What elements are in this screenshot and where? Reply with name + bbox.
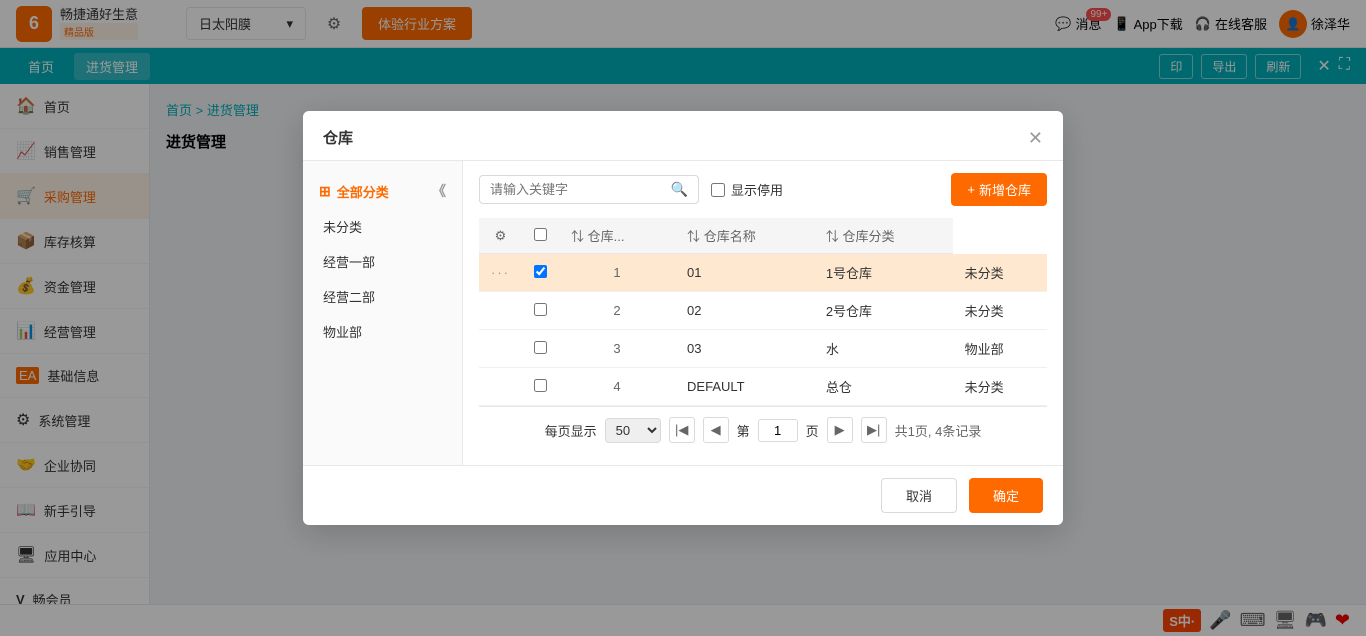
- search-icon: 🔍: [671, 181, 688, 198]
- plus-icon: +: [967, 182, 975, 197]
- modal-title: 仓库: [323, 127, 353, 148]
- row-num: 1: [559, 254, 675, 292]
- row-category: 物业部: [953, 330, 1047, 368]
- more-icon[interactable]: ···: [491, 265, 510, 280]
- modal-close-button[interactable]: ✕: [1028, 129, 1043, 147]
- table-row[interactable]: 3 03 水 物业部: [479, 330, 1047, 368]
- warehouse-table: ⚙ ⇅ 仓库... ⇅ 仓库名称: [479, 218, 1047, 406]
- next-page-button[interactable]: ▶: [827, 417, 853, 443]
- modal-action-footer: 取消 确定: [303, 465, 1063, 525]
- sort-icon-name: ⇅: [687, 229, 700, 244]
- col-code: ⇅ 仓库...: [559, 218, 675, 254]
- row-checkbox[interactable]: [534, 303, 547, 316]
- warehouse-modal: 仓库 ✕ ⊞ 全部分类 《 未分类 经营一部 经营二部 物业部: [303, 111, 1063, 525]
- row-checkbox-cell: [522, 368, 559, 406]
- modal-body: ⊞ 全部分类 《 未分类 经营一部 经营二部 物业部 🔍: [303, 161, 1063, 465]
- category-item-uncategorized[interactable]: 未分类: [303, 209, 462, 244]
- last-page-button[interactable]: ▶|: [861, 417, 887, 443]
- sort-icon-cat: ⇅: [826, 229, 839, 244]
- cancel-button[interactable]: 取消: [881, 478, 957, 513]
- row-name: 2号仓库: [814, 292, 953, 330]
- select-all-checkbox[interactable]: [534, 228, 547, 241]
- col-category: ⇅ 仓库分类: [814, 218, 953, 254]
- category-item-ops2[interactable]: 经营二部: [303, 279, 462, 314]
- row-category: 未分类: [953, 292, 1047, 330]
- modal-toolbar: 🔍 显示停用 + 新增仓库: [479, 173, 1047, 206]
- modal-category-sidebar: ⊞ 全部分类 《 未分类 经营一部 经营二部 物业部: [303, 161, 463, 465]
- row-code: DEFAULT: [675, 368, 814, 406]
- row-num: 3: [559, 330, 675, 368]
- row-checkbox[interactable]: [534, 265, 547, 278]
- row-name: 1号仓库: [814, 254, 953, 292]
- all-category-label: 全部分类: [337, 182, 389, 201]
- col-checkbox: [522, 218, 559, 254]
- table-row[interactable]: ··· 1 01 1号仓库 未分类: [479, 254, 1047, 292]
- page-label: 第: [737, 421, 750, 440]
- all-category-header[interactable]: ⊞ 全部分类 《: [303, 173, 462, 209]
- page-suffix: 页: [806, 421, 819, 440]
- row-checkbox-cell: [522, 330, 559, 368]
- pagination-bar: 每页显示 50 100 |◀ ◀ 第 页 ▶ ▶| 共1页, 4条记录: [479, 406, 1047, 453]
- row-checkbox[interactable]: [534, 379, 547, 392]
- sort-icon: ⇅: [571, 229, 584, 244]
- category-item-property[interactable]: 物业部: [303, 314, 462, 349]
- row-gear-cell: ···: [479, 254, 522, 292]
- row-category: 未分类: [953, 254, 1047, 292]
- add-warehouse-button[interactable]: + 新增仓库: [951, 173, 1047, 206]
- row-num: 2: [559, 292, 675, 330]
- row-name: 总仓: [814, 368, 953, 406]
- modal-header: 仓库 ✕: [303, 111, 1063, 161]
- row-checkbox-cell: [522, 254, 559, 292]
- confirm-button[interactable]: 确定: [969, 478, 1043, 513]
- sidebar-collapse-icon[interactable]: 《: [432, 181, 446, 201]
- row-gear-cell: [479, 330, 522, 368]
- search-input-wrap[interactable]: 🔍: [479, 175, 699, 204]
- row-code: 03: [675, 330, 814, 368]
- per-page-select[interactable]: 50 100: [605, 418, 661, 443]
- show-disabled-wrap: 显示停用: [711, 180, 783, 199]
- col-name: ⇅ 仓库名称: [675, 218, 814, 254]
- show-disabled-label: 显示停用: [731, 180, 783, 199]
- row-code: 01: [675, 254, 814, 292]
- first-page-button[interactable]: |◀: [669, 417, 695, 443]
- row-name: 水: [814, 330, 953, 368]
- search-input[interactable]: [490, 182, 665, 197]
- page-number-input[interactable]: [758, 419, 798, 442]
- row-gear-cell: [479, 368, 522, 406]
- row-category: 未分类: [953, 368, 1047, 406]
- page-total: 共1页, 4条记录: [895, 421, 982, 440]
- modal-overlay: 仓库 ✕ ⊞ 全部分类 《 未分类 经营一部 经营二部 物业部: [0, 0, 1366, 636]
- col-gear: ⚙: [479, 218, 522, 254]
- row-gear-cell: [479, 292, 522, 330]
- per-page-label: 每页显示: [545, 421, 597, 440]
- row-num: 4: [559, 368, 675, 406]
- category-item-ops1[interactable]: 经营一部: [303, 244, 462, 279]
- prev-page-button[interactable]: ◀: [703, 417, 729, 443]
- row-code: 02: [675, 292, 814, 330]
- show-disabled-checkbox[interactable]: [711, 183, 725, 197]
- table-row[interactable]: 4 DEFAULT 总仓 未分类: [479, 368, 1047, 406]
- modal-table-area: 🔍 显示停用 + 新增仓库: [463, 161, 1063, 465]
- table-row[interactable]: 2 02 2号仓库 未分类: [479, 292, 1047, 330]
- add-warehouse-label: 新增仓库: [979, 180, 1031, 199]
- grid-icon: ⊞: [319, 183, 331, 200]
- row-checkbox[interactable]: [534, 341, 547, 354]
- row-checkbox-cell: [522, 292, 559, 330]
